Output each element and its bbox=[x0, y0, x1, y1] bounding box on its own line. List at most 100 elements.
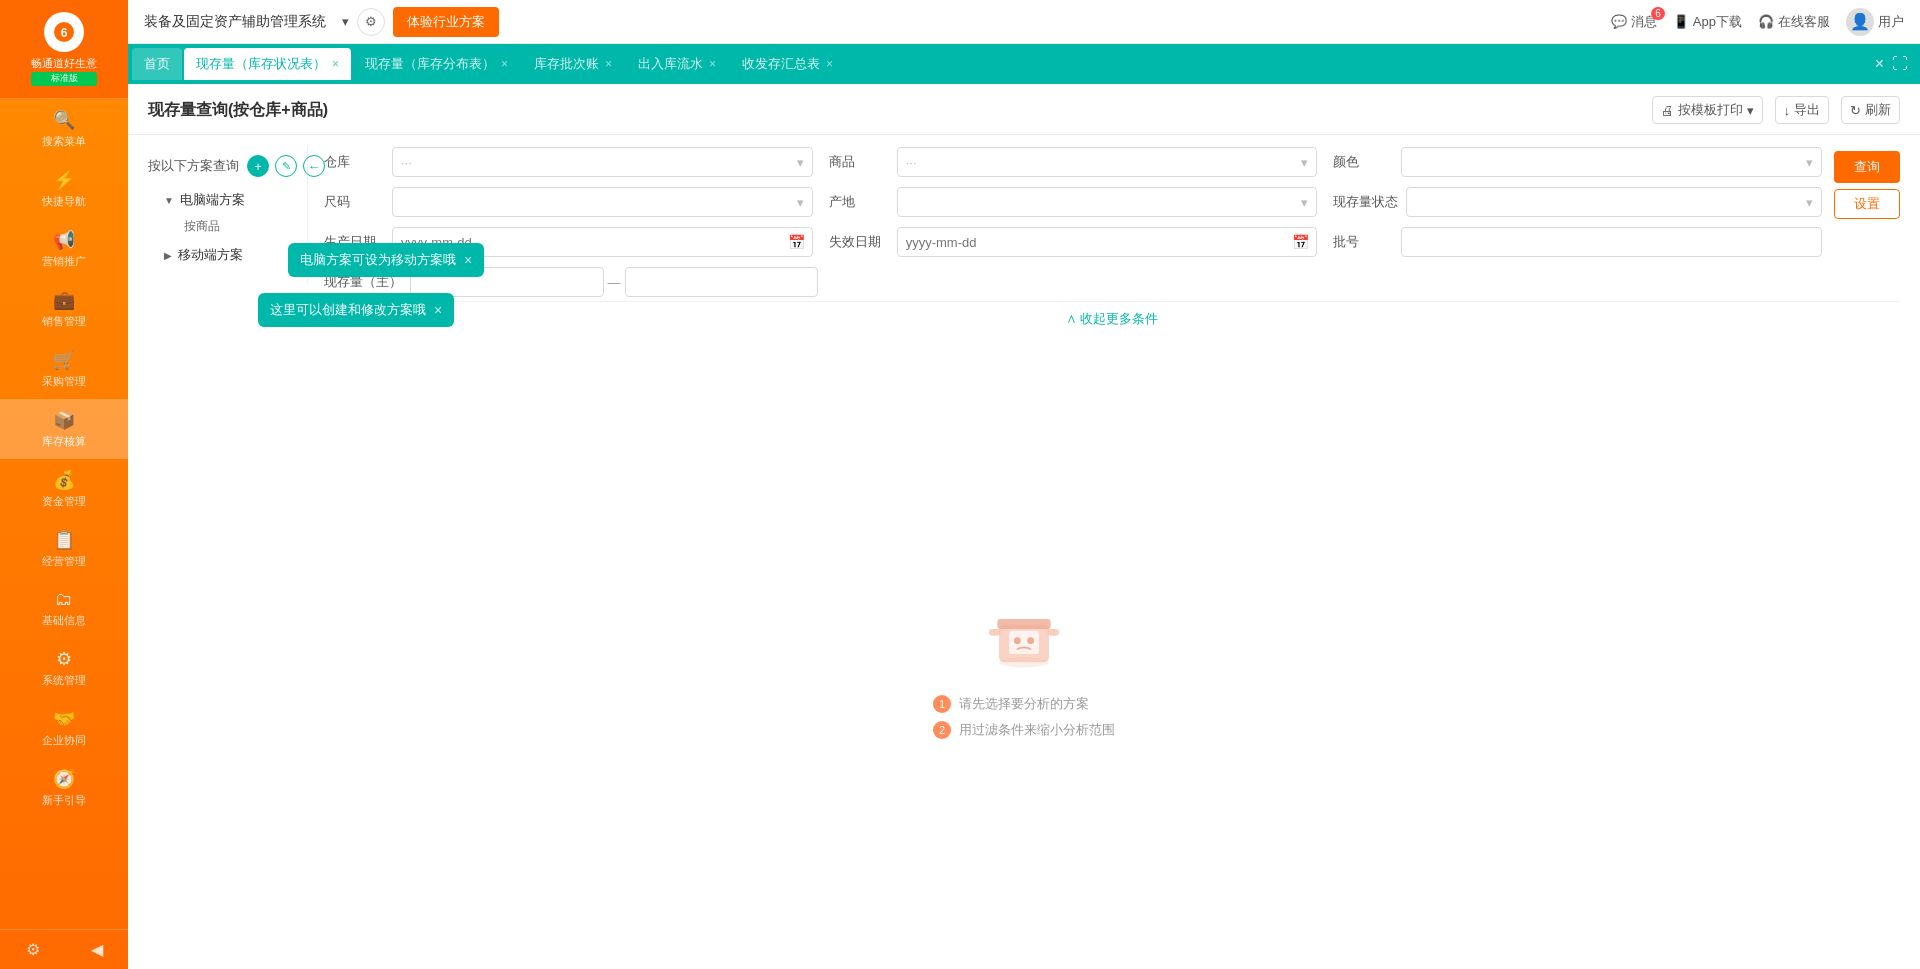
sidebar-item-label: 经营管理 bbox=[42, 554, 86, 569]
settings-button[interactable]: ⚙ bbox=[357, 8, 385, 36]
filter-right-top: 仓库 ··· ▾ 商品 ·· bbox=[324, 147, 1900, 297]
query-button[interactable]: 查询 bbox=[1834, 151, 1900, 183]
sales-icon: 💼 bbox=[53, 289, 75, 311]
expire-date-label: 失效日期 bbox=[829, 233, 889, 251]
tab-close-icon[interactable]: × bbox=[826, 57, 833, 71]
print-button[interactable]: 🖨 按模板打印 ▾ bbox=[1652, 96, 1763, 124]
reset-button[interactable]: 设置 bbox=[1834, 189, 1900, 219]
expire-date-input[interactable] bbox=[897, 227, 1318, 257]
scheme-group-mobile-header[interactable]: ▶ 移动端方案 bbox=[164, 242, 307, 268]
sidebar-item-quick-nav[interactable]: ⚡ 快捷导航 bbox=[0, 159, 128, 219]
quick-nav-icon: ⚡ bbox=[53, 169, 75, 191]
goods-select[interactable]: ··· ▾ bbox=[897, 147, 1318, 177]
edit-scheme-button[interactable]: ✎ bbox=[275, 155, 297, 177]
scheme-item-goods[interactable]: 按商品 bbox=[164, 215, 307, 238]
chevron-down-icon: ▾ bbox=[342, 14, 349, 29]
sidebar-settings-button[interactable]: ⚙ bbox=[26, 940, 40, 959]
sidebar-collapse-button[interactable]: ◀ bbox=[91, 940, 103, 959]
tab-bar: 首页 现存量（库存状况表） × 现存量（库存分布表） × 库存批次账 × 出入库… bbox=[128, 44, 1920, 84]
filter-row-origin: 产地 ▾ bbox=[829, 187, 1318, 217]
header-left: 装备及固定资产辅助管理系统 ▾ ⚙ 体验行业方案 bbox=[144, 7, 499, 37]
sidebar: 6 畅通道好生意 标准版 🔍 搜索菜单 ⚡ 快捷导航 📢 营销推广 💼 销售管理… bbox=[0, 0, 128, 969]
sidebar-item-label: 系统管理 bbox=[42, 673, 86, 688]
sidebar-item-enterprise[interactable]: 🤝 企业协同 bbox=[0, 698, 128, 758]
filter-row-size: 尺码 ▾ bbox=[324, 187, 813, 217]
sidebar-item-system[interactable]: ⚙ 系统管理 bbox=[0, 638, 128, 698]
avatar: 👤 bbox=[1846, 8, 1874, 36]
collapse-conditions-button[interactable]: ∧ 收起更多条件 bbox=[324, 301, 1900, 336]
app-download-action[interactable]: 📱 App下载 bbox=[1673, 13, 1742, 31]
scheme-group-pc: ▼ 电脑端方案 按商品 bbox=[164, 187, 307, 238]
message-icon: 💬 bbox=[1611, 14, 1627, 29]
sidebar-item-finance[interactable]: 💰 资金管理 bbox=[0, 459, 128, 519]
tab-inout-flow[interactable]: 出入库流水 × bbox=[626, 48, 728, 80]
filter-row-color: 颜色 ▾ bbox=[1333, 147, 1822, 177]
empty-tip-1: 1 请先选择要分析的方案 bbox=[933, 695, 1115, 713]
chevron-down-icon: ▾ bbox=[1301, 195, 1308, 210]
tab-close-icon[interactable]: × bbox=[605, 57, 612, 71]
batch-no-label: 批号 bbox=[1333, 233, 1393, 251]
color-select[interactable]: ▾ bbox=[1401, 147, 1822, 177]
tab-close-all-button[interactable]: × bbox=[1875, 55, 1884, 73]
tooltip-create-scheme: 这里可以创建和修改方案哦 × bbox=[258, 293, 454, 327]
sidebar-item-purchase[interactable]: 🛒 采购管理 bbox=[0, 339, 128, 399]
refresh-button[interactable]: ↻ 刷新 bbox=[1841, 96, 1900, 124]
scheme-group-pc-header[interactable]: ▼ 电脑端方案 bbox=[164, 187, 307, 213]
svg-rect-5 bbox=[1009, 630, 1039, 653]
sidebar-item-label: 销售管理 bbox=[42, 314, 86, 329]
sidebar-item-sales[interactable]: 💼 销售管理 bbox=[0, 279, 128, 339]
tooltip2-close-button[interactable]: × bbox=[434, 302, 442, 318]
tab-inventory-status[interactable]: 现存量（库存状况表） × bbox=[184, 48, 351, 80]
chevron-down-icon: ▾ bbox=[1806, 195, 1813, 210]
stock-status-select[interactable]: ▾ bbox=[1406, 187, 1822, 217]
content-area: 现存量查询(按仓库+商品) 🖨 按模板打印 ▾ ↓ 导出 ↻ 刷新 bbox=[128, 84, 1920, 969]
tab-inout-flow-label: 出入库流水 bbox=[638, 55, 703, 73]
export-button[interactable]: ↓ 导出 bbox=[1775, 96, 1830, 124]
sidebar-item-marketing[interactable]: 📢 营销推广 bbox=[0, 219, 128, 279]
logo-text: 畅通道好生意 标准版 bbox=[31, 56, 97, 86]
sidebar-item-operation[interactable]: 📋 经营管理 bbox=[0, 519, 128, 579]
svg-point-7 bbox=[1027, 637, 1034, 644]
message-action[interactable]: 💬 消息 6 bbox=[1611, 13, 1657, 31]
sidebar-item-search[interactable]: 🔍 搜索菜单 bbox=[0, 99, 128, 159]
stock-status-label: 现存量状态 bbox=[1333, 193, 1398, 211]
sidebar-item-label: 快捷导航 bbox=[42, 194, 86, 209]
tip-2-number: 2 bbox=[933, 721, 951, 739]
add-scheme-button[interactable]: + bbox=[247, 155, 269, 177]
tab-inventory-dist[interactable]: 现存量（库存分布表） × bbox=[353, 48, 520, 80]
tab-collect-summary[interactable]: 收发存汇总表 × bbox=[730, 48, 845, 80]
origin-select[interactable]: ▾ bbox=[897, 187, 1318, 217]
guide-icon: 🧭 bbox=[53, 768, 75, 790]
user-action[interactable]: 👤 用户 bbox=[1846, 8, 1904, 36]
batch-no-input[interactable] bbox=[1401, 227, 1822, 257]
message-badge: 6 bbox=[1651, 7, 1665, 20]
service-icon: 🎧 bbox=[1758, 14, 1774, 29]
sidebar-item-inventory[interactable]: 📦 库存核算 bbox=[0, 399, 128, 459]
tab-batch-ledger[interactable]: 库存批次账 × bbox=[522, 48, 624, 80]
tab-close-icon[interactable]: × bbox=[332, 57, 339, 71]
refresh-icon: ↻ bbox=[1850, 103, 1861, 118]
sidebar-item-guide[interactable]: 🧭 新手引导 bbox=[0, 758, 128, 818]
industry-button[interactable]: 体验行业方案 bbox=[393, 7, 499, 37]
filter-header: 按以下方案查询 + ✎ ← bbox=[148, 155, 307, 177]
online-service-action[interactable]: 🎧 在线客服 bbox=[1758, 13, 1830, 31]
tab-home[interactable]: 首页 bbox=[132, 48, 182, 80]
tab-collect-summary-label: 收发存汇总表 bbox=[742, 55, 820, 73]
tip-2-text: 用过滤条件来缩小分析范围 bbox=[959, 721, 1115, 739]
stock-qty-max-input[interactable] bbox=[625, 267, 819, 297]
sidebar-item-base-info[interactable]: 🗂 基础信息 bbox=[0, 579, 128, 638]
chevron-down-icon: ▾ bbox=[1301, 155, 1308, 170]
tab-close-icon[interactable]: × bbox=[709, 57, 716, 71]
tab-maximize-button[interactable]: ⛶ bbox=[1892, 55, 1908, 73]
goods-label: 商品 bbox=[829, 153, 889, 171]
tooltip1-close-button[interactable]: × bbox=[464, 252, 472, 268]
tab-inventory-status-label: 现存量（库存状况表） bbox=[196, 55, 326, 73]
filter-right: 仓库 ··· ▾ 商品 ·· bbox=[308, 147, 1900, 336]
phone-icon: 📱 bbox=[1673, 14, 1689, 29]
tab-close-icon[interactable]: × bbox=[501, 57, 508, 71]
export-icon: ↓ bbox=[1784, 103, 1791, 118]
size-select[interactable]: ▾ bbox=[392, 187, 813, 217]
chevron-down-icon: ▾ bbox=[797, 195, 804, 210]
system-dropdown[interactable]: ▾ bbox=[342, 14, 349, 29]
warehouse-select[interactable]: ··· ▾ bbox=[392, 147, 813, 177]
